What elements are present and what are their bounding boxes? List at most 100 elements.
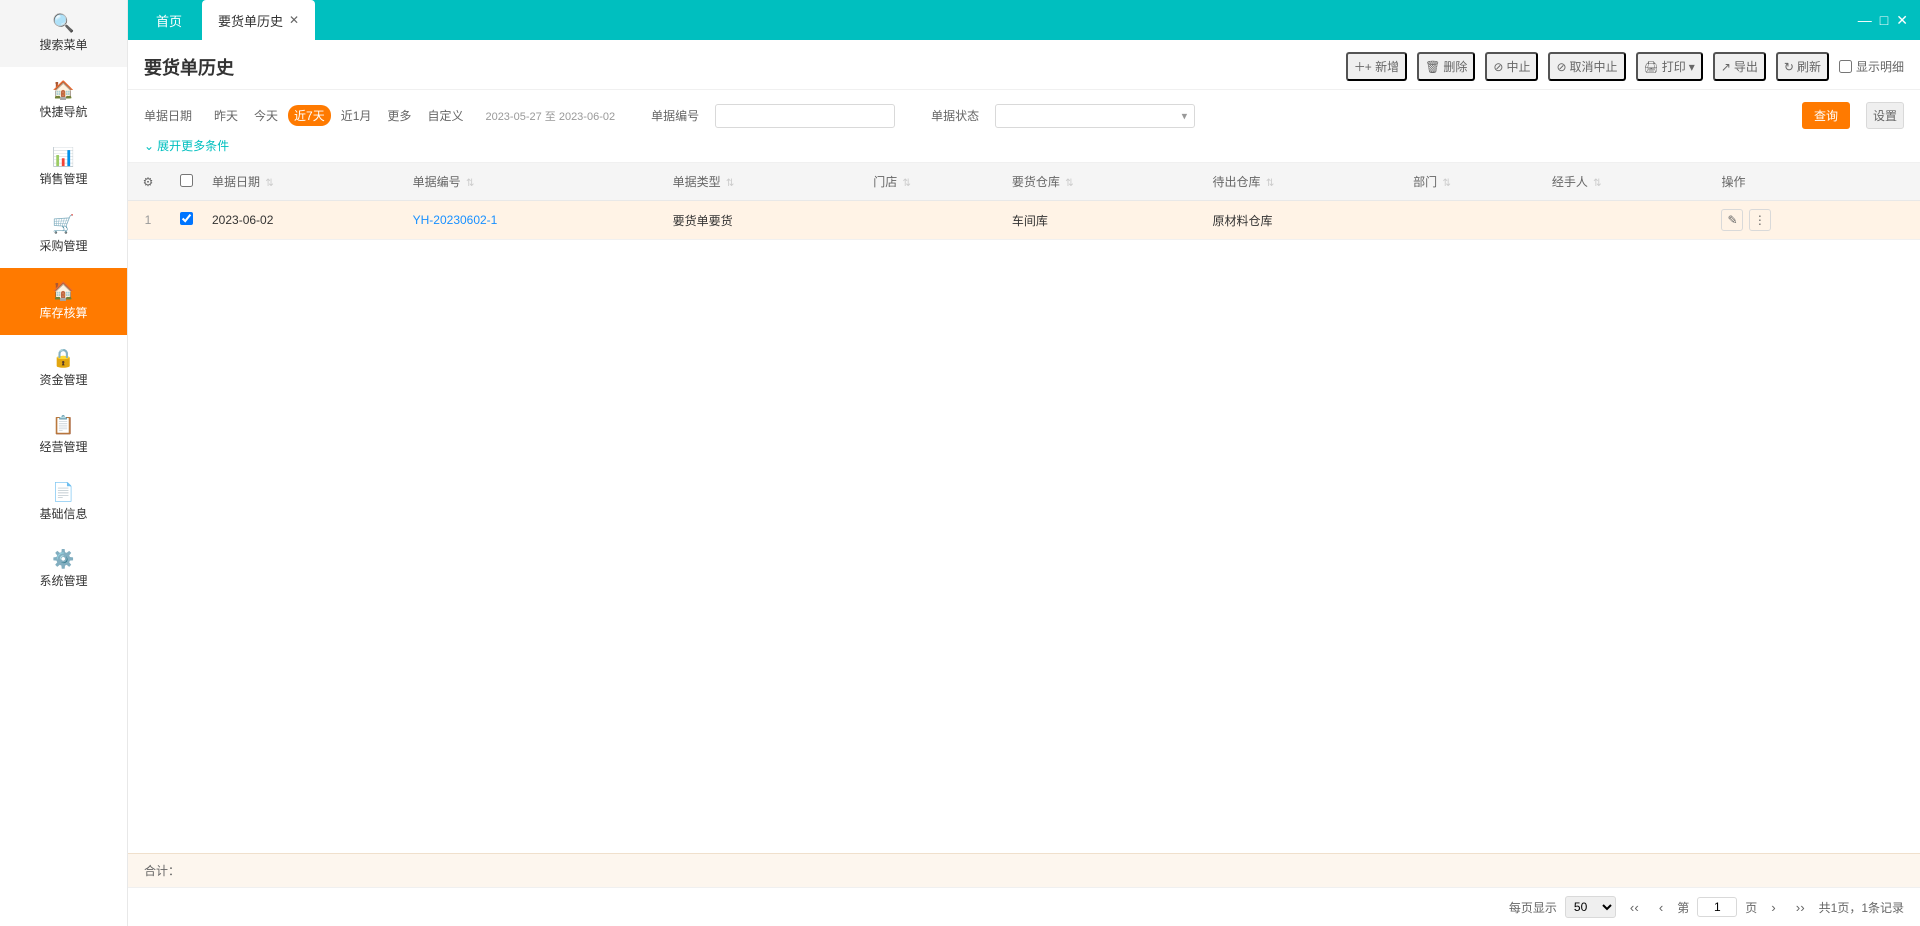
row-pending-warehouse: 原材料仓库 <box>1205 201 1406 240</box>
show-detail-label[interactable]: 显示明细 <box>1839 58 1904 75</box>
refresh-button[interactable]: ↻ 刷新 <box>1776 52 1829 81</box>
bill-no-input[interactable] <box>715 104 895 128</box>
tab-requisition-label: 要货单历史 <box>218 11 283 30</box>
sort-date-icon[interactable]: ⇅ <box>265 178 273 189</box>
page-header: 要货单历史 ＋ + 新增 🗑 删除 ⊘ 中止 ⊘ 取消中止 <box>128 40 1920 90</box>
suspend-icon: ⊘ <box>1493 60 1503 74</box>
export-button[interactable]: ↗ 导出 <box>1713 52 1766 81</box>
filter-row-1: 单据日期 昨天 今天 近7天 近1月 更多 自定义 2023-05-27 至 2… <box>144 102 1904 129</box>
date-btn-custom[interactable]: 自定义 <box>421 105 469 126</box>
th-department: 部门 ⇅ <box>1405 163 1544 201</box>
filter-area: 单据日期 昨天 今天 近7天 近1月 更多 自定义 2023-05-27 至 2… <box>128 90 1920 163</box>
date-btn-yesterday[interactable]: 昨天 <box>208 105 244 126</box>
sort-req-warehouse-icon[interactable]: ⇅ <box>1065 178 1073 189</box>
query-button[interactable]: 查询 <box>1802 102 1850 129</box>
sidebar-item-label: 采购管理 <box>39 237 87 254</box>
close-window-icon[interactable]: ✕ <box>1896 12 1908 29</box>
th-handler: 经手人 ⇅ <box>1544 163 1714 201</box>
sidebar-item-quick-nav[interactable]: 🏠 快捷导航 <box>0 67 127 134</box>
data-table: ⚙ 单据日期 ⇅ 单据编号 ⇅ 单据类型 <box>128 163 1920 240</box>
sidebar-item-inventory[interactable]: 🏠 库存核算 <box>0 268 127 335</box>
sort-store-icon[interactable]: ⇅ <box>903 178 911 189</box>
row-operation: ✎ ⋮ <box>1713 201 1920 240</box>
table-header-row: ⚙ 单据日期 ⇅ 单据编号 ⇅ 单据类型 <box>128 163 1920 201</box>
show-detail-checkbox[interactable] <box>1839 60 1852 73</box>
print-button[interactable]: 🖨 打印 ▾ <box>1636 52 1703 81</box>
first-page-btn[interactable]: ‹‹ <box>1624 898 1645 917</box>
sidebar-item-system[interactable]: ⚙️ 系统管理 <box>0 536 127 603</box>
row-checkbox[interactable] <box>180 212 193 225</box>
sidebar-item-sales[interactable]: 📊 销售管理 <box>0 134 127 201</box>
bill-status-select-wrap <box>995 104 1195 128</box>
cancel-suspend-icon: ⊘ <box>1556 60 1566 74</box>
system-icon: ⚙️ <box>52 550 74 568</box>
page-label: 第 <box>1677 899 1689 916</box>
print-dropdown-icon: ▾ <box>1689 60 1695 74</box>
sidebar-item-label: 搜索菜单 <box>39 36 87 53</box>
sort-handler-icon[interactable]: ⇅ <box>1593 178 1601 189</box>
sidebar-item-label: 资金管理 <box>39 371 87 388</box>
row-department <box>1405 201 1544 240</box>
last-page-btn[interactable]: ›› <box>1790 898 1811 917</box>
date-btn-7days[interactable]: 近7天 <box>288 105 331 126</box>
sidebar-item-search-menu[interactable]: 🔍 搜索菜单 <box>0 0 127 67</box>
page-size-select[interactable]: 20 50 100 200 <box>1565 896 1616 918</box>
bill-status-select[interactable] <box>995 104 1195 128</box>
tab-home-label: 首页 <box>156 11 182 30</box>
topbar-right: — □ ✕ <box>1858 12 1908 29</box>
row-bill-type: 要货单要货 <box>665 201 866 240</box>
basic-info-icon: 📄 <box>52 483 74 501</box>
bill-status-label: 单据状态 <box>931 107 979 124</box>
refresh-icon: ↻ <box>1784 60 1794 74</box>
sidebar-item-operations[interactable]: 📋 经营管理 <box>0 402 127 469</box>
delete-icon: 🗑 <box>1425 60 1440 74</box>
select-all-checkbox[interactable] <box>180 174 193 187</box>
sort-bill-type-icon[interactable]: ⇅ <box>726 178 734 189</box>
settings-button[interactable]: 设置 <box>1866 102 1904 129</box>
sort-bill-no-icon[interactable]: ⇅ <box>466 178 474 189</box>
th-settings[interactable]: ⚙ <box>128 163 168 201</box>
suspend-button[interactable]: ⊘ 中止 <box>1485 52 1538 81</box>
add-button[interactable]: ＋ + 新增 <box>1346 52 1407 81</box>
expand-button[interactable]: ⌄ 展开更多条件 <box>144 137 1904 154</box>
print-icon: 🖨 <box>1644 60 1659 74</box>
sidebar-item-finance[interactable]: 🔒 资金管理 <box>0 335 127 402</box>
sort-department-icon[interactable]: ⇅ <box>1442 178 1450 189</box>
sum-label: 合计： <box>144 864 180 878</box>
sidebar-item-label: 经营管理 <box>39 438 87 455</box>
operations-icon: 📋 <box>52 416 74 434</box>
prev-page-btn[interactable]: ‹ <box>1653 898 1669 917</box>
date-btn-today[interactable]: 今天 <box>248 105 284 126</box>
inventory-icon: 🏠 <box>52 282 74 300</box>
delete-button[interactable]: 🗑 删除 <box>1417 52 1475 81</box>
page-title: 要货单历史 <box>144 54 234 80</box>
bill-no-label: 单据编号 <box>651 107 699 124</box>
row-store <box>865 201 1004 240</box>
row-edit-icon[interactable]: ✎ <box>1721 209 1743 231</box>
date-filter-label: 单据日期 <box>144 107 192 124</box>
sidebar-item-purchase[interactable]: 🛒 采购管理 <box>0 201 127 268</box>
row-date: 2023-06-02 <box>204 201 405 240</box>
th-bill-type: 单据类型 ⇅ <box>665 163 866 201</box>
tab-home[interactable]: 首页 <box>140 0 198 40</box>
cancel-suspend-button[interactable]: ⊘ 取消中止 <box>1548 52 1625 81</box>
row-more-icon[interactable]: ⋮ <box>1749 209 1771 231</box>
date-btn-1month[interactable]: 近1月 <box>335 105 378 126</box>
expand-icon: ⌄ <box>144 139 154 153</box>
tab-close-icon[interactable]: ✕ <box>289 13 299 27</box>
sidebar-item-basic-info[interactable]: 📄 基础信息 <box>0 469 127 536</box>
date-btn-more[interactable]: 更多 <box>381 105 417 126</box>
page-num-input[interactable] <box>1697 897 1737 917</box>
date-range-display: 2023-05-27 至 2023-06-02 <box>485 108 615 124</box>
th-req-warehouse: 要货仓库 ⇅ <box>1004 163 1205 201</box>
th-store: 门店 ⇅ <box>865 163 1004 201</box>
maximize-icon[interactable]: □ <box>1880 12 1888 28</box>
minimize-icon[interactable]: — <box>1858 12 1872 28</box>
bill-no-link[interactable]: YH-20230602-1 <box>413 213 498 227</box>
finance-icon: 🔒 <box>52 349 74 367</box>
next-page-btn[interactable]: › <box>1765 898 1781 917</box>
toolbar: ＋ + 新增 🗑 删除 ⊘ 中止 ⊘ 取消中止 🖨 打印 <box>1346 52 1904 81</box>
row-handler <box>1544 201 1714 240</box>
tab-requisition-history[interactable]: 要货单历史 ✕ <box>202 0 315 40</box>
sort-pending-warehouse-icon[interactable]: ⇅ <box>1266 178 1274 189</box>
